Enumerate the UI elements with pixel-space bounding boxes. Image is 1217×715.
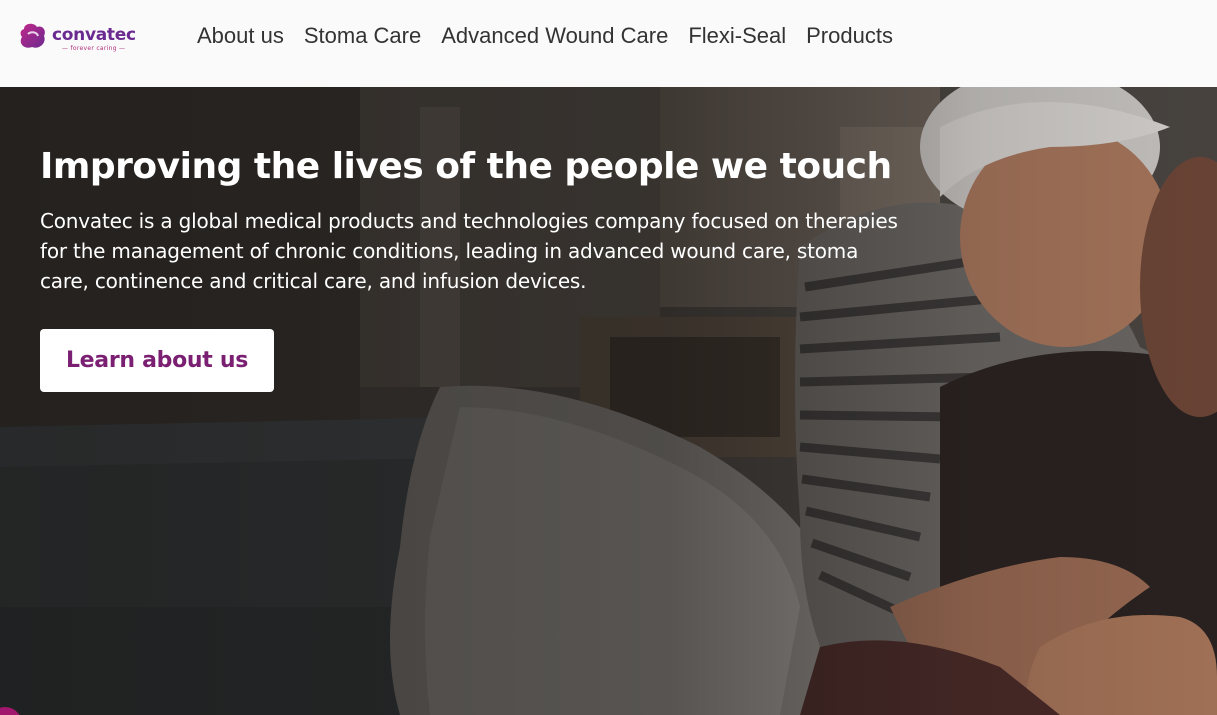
convatec-logo[interactable]: convatec — forever caring —	[18, 21, 148, 57]
nav-item-about-us[interactable]: About us	[197, 22, 284, 50]
logo-wordmark: convatec	[52, 25, 136, 45]
hero-banner: Improving the lives of the people we tou…	[0, 87, 1217, 715]
hero-description: Convatec is a global medical products an…	[40, 209, 898, 293]
nav-item-flexi-seal[interactable]: Flexi-Seal	[688, 22, 786, 50]
nav-item-advanced-wound-care[interactable]: Advanced Wound Care	[441, 22, 668, 50]
hero-title: Improving the lives of the people we tou…	[40, 146, 892, 187]
site-header: convatec — forever caring — About us Sto…	[0, 0, 1217, 87]
logo-tagline: — forever caring —	[62, 45, 126, 52]
learn-about-us-button[interactable]: Learn about us	[40, 329, 274, 392]
nav-item-products[interactable]: Products	[806, 22, 893, 50]
nav-item-stoma-care[interactable]: Stoma Care	[304, 22, 421, 50]
main-nav: About us Stoma Care Advanced Wound Care …	[197, 22, 913, 50]
convatec-logo-mark-icon	[20, 23, 45, 48]
